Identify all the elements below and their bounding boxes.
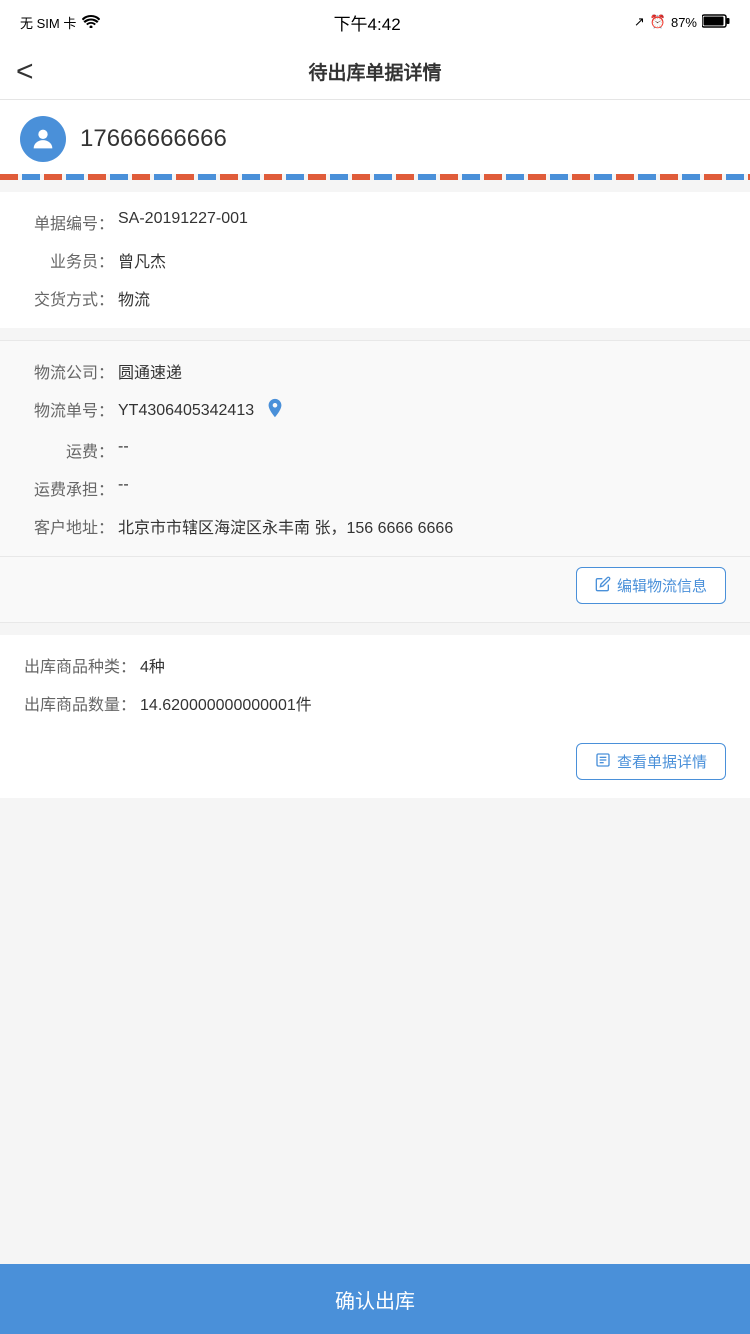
address-label: 客户地址： <box>24 514 114 538</box>
freight-label: 运费： <box>24 438 114 462</box>
goods-qty-value: 14.620000000000001件 <box>136 691 726 715</box>
status-bar: 无 SIM 卡 下午4:42 ↗ ⏰ 87% <box>0 0 750 44</box>
tracking-number: YT4306405342413 <box>118 402 254 420</box>
page-content: 17666666666 单据编号： SA-20191227-001 业务员： 曾… <box>0 100 750 878</box>
edit-logistics-button[interactable]: 编辑物流信息 <box>576 567 726 604</box>
alarm-status-icon: ⏰ <box>650 14 666 30</box>
logistics-company-label: 物流公司： <box>24 359 114 383</box>
back-button[interactable]: < <box>16 55 34 89</box>
freight-bear-row: 运费承担： -- <box>24 476 726 500</box>
freight-row: 运费： -- <box>24 438 726 462</box>
goods-type-label: 出库商品种类： <box>24 653 136 677</box>
detail-btn-row: 查看单据详情 <box>0 733 750 798</box>
delivery-row: 交货方式： 物流 <box>24 286 726 310</box>
salesperson-label: 业务员： <box>24 248 114 272</box>
tracking-value-container: YT4306405342413 <box>114 397 726 424</box>
logistics-company-value: 圆通速递 <box>114 359 726 383</box>
header-section: 17666666666 <box>0 100 750 174</box>
edit-logistics-label: 编辑物流信息 <box>617 575 707 596</box>
battery-icon <box>702 14 730 31</box>
delivery-value: 物流 <box>114 286 726 310</box>
freight-value: -- <box>114 438 726 456</box>
goods-qty-row: 出库商品数量： 14.620000000000001件 <box>24 691 726 715</box>
status-left: 无 SIM 卡 <box>20 13 100 32</box>
wifi-icon <box>82 14 100 31</box>
confirm-bar[interactable]: 确认出库 <box>0 1264 750 1334</box>
logistics-section: 物流公司： 圆通速递 物流单号： YT4306405342413 运费： -- … <box>0 340 750 557</box>
edit-btn-row: 编辑物流信息 <box>0 557 750 623</box>
location-icon[interactable] <box>264 397 286 424</box>
tracking-row: 物流单号： YT4306405342413 <box>24 397 726 424</box>
salesperson-value: 曾凡杰 <box>114 248 726 272</box>
avatar <box>20 116 66 162</box>
page-title: 待出库单据详情 <box>308 58 441 85</box>
view-detail-button[interactable]: 查看单据详情 <box>576 743 726 780</box>
doc-no-value: SA-20191227-001 <box>114 210 726 228</box>
status-time: 下午4:42 <box>334 10 401 35</box>
status-right: ↗ ⏰ 87% <box>634 14 730 31</box>
doc-no-row: 单据编号： SA-20191227-001 <box>24 210 726 234</box>
confirm-button-label: 确认出库 <box>335 1285 415 1314</box>
order-info-section: 单据编号： SA-20191227-001 业务员： 曾凡杰 交货方式： 物流 <box>0 192 750 328</box>
salesperson-row: 业务员： 曾凡杰 <box>24 248 726 272</box>
edit-logistics-icon <box>595 576 611 596</box>
tracking-label: 物流单号： <box>24 397 114 421</box>
address-value: 北京市市辖区海淀区永丰南 张，156 6666 6666 <box>114 514 726 538</box>
freight-bear-label: 运费承担： <box>24 476 114 500</box>
view-detail-icon <box>595 752 611 772</box>
logistics-company-row: 物流公司： 圆通速递 <box>24 359 726 383</box>
delivery-label: 交货方式： <box>24 286 114 310</box>
battery-text: 87% <box>671 15 697 30</box>
location-status-icon: ↗ <box>634 14 645 30</box>
dashed-divider <box>0 174 750 180</box>
nav-bar: < 待出库单据详情 <box>0 44 750 100</box>
goods-type-value: 4种 <box>136 653 726 677</box>
carrier-text: 无 SIM 卡 <box>20 13 76 32</box>
doc-no-label: 单据编号： <box>24 210 114 234</box>
goods-type-row: 出库商品种类： 4种 <box>24 653 726 677</box>
goods-qty-label: 出库商品数量： <box>24 691 136 715</box>
freight-bear-value: -- <box>114 476 726 494</box>
view-detail-label: 查看单据详情 <box>617 751 707 772</box>
address-row: 客户地址： 北京市市辖区海淀区永丰南 张，156 6666 6666 <box>24 514 726 538</box>
goods-section: 出库商品种类： 4种 出库商品数量： 14.620000000000001件 <box>0 635 750 733</box>
phone-number: 17666666666 <box>80 125 227 153</box>
